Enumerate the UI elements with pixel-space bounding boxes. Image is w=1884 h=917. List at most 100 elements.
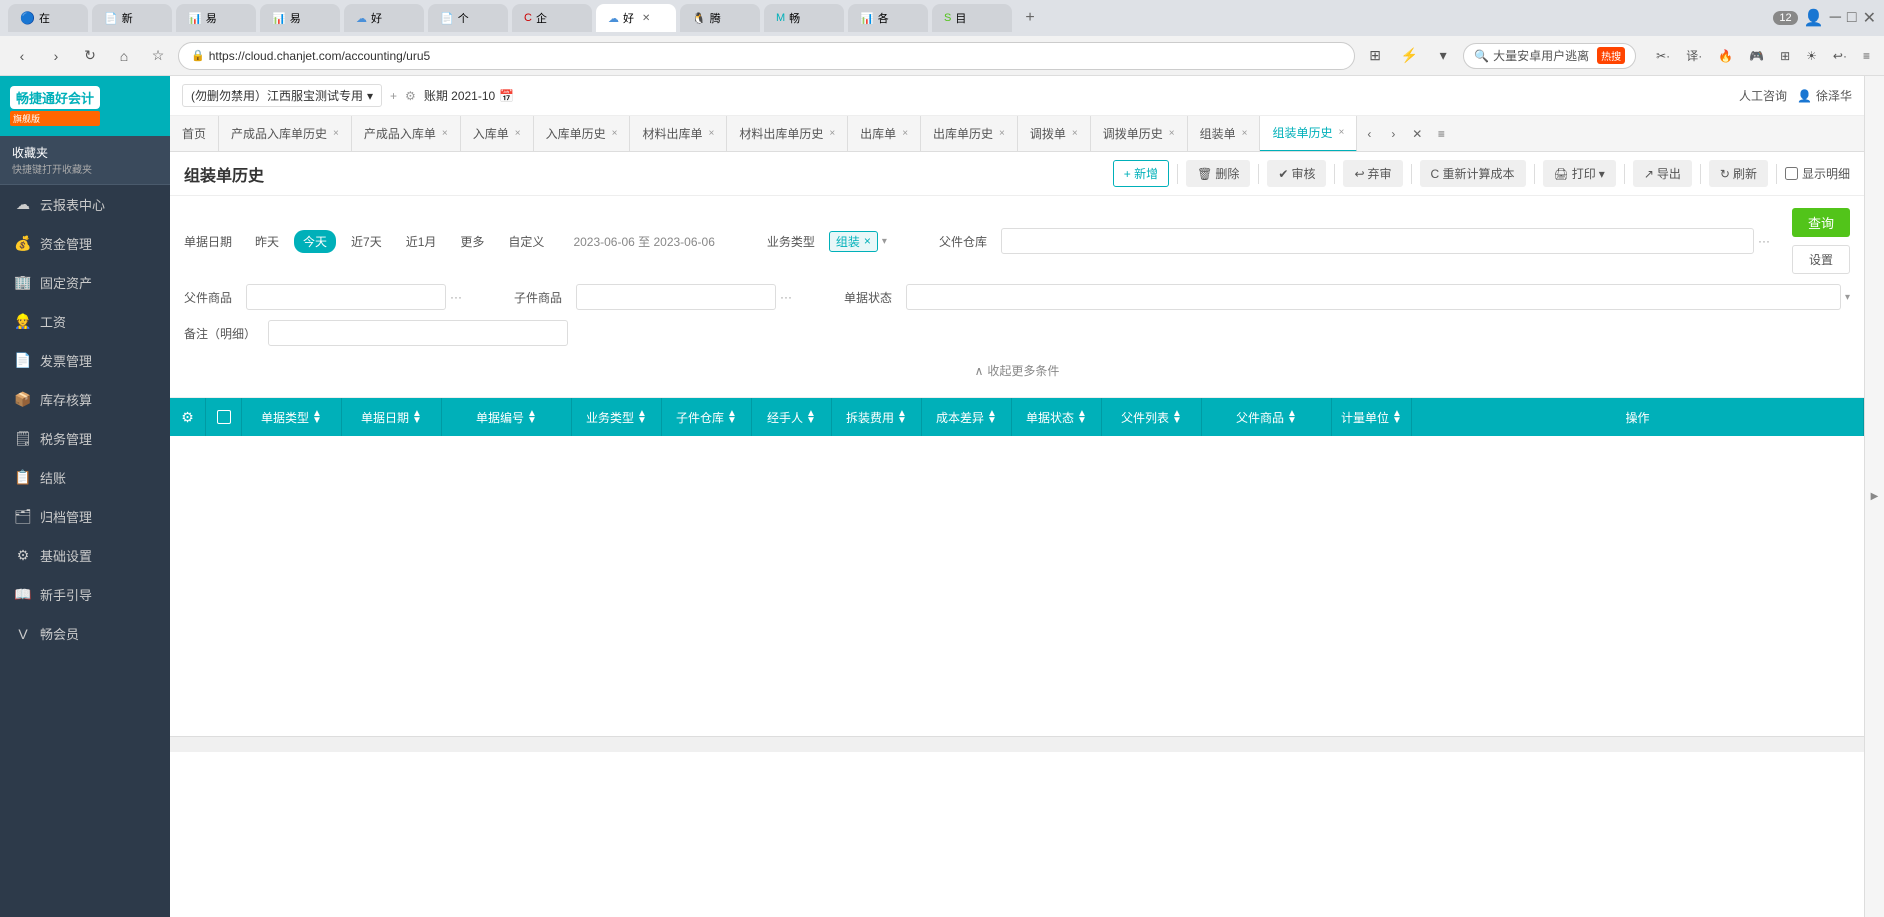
browser-tab-3[interactable]: 📊 易 bbox=[176, 4, 256, 32]
tabs-scroll-right[interactable]: › bbox=[1381, 116, 1405, 152]
browser-tab-7[interactable]: C 企 bbox=[512, 4, 592, 32]
bill-status-input[interactable] bbox=[906, 284, 1841, 310]
tabs-menu[interactable]: ≡ bbox=[1429, 116, 1453, 152]
sidebar-item-payroll[interactable]: 👷 工资 bbox=[0, 302, 170, 341]
right-panel-toggle[interactable]: ▶ bbox=[1864, 76, 1884, 917]
biz-type-selector[interactable]: 组装 × ▾ bbox=[829, 231, 887, 252]
sidebar-bookmark[interactable]: 收藏夹 快捷键打开收藏夹 bbox=[0, 136, 170, 185]
emoji-tool[interactable]: 🔥 bbox=[1712, 47, 1739, 65]
child-goods-input[interactable] bbox=[576, 284, 776, 310]
tab-close-icon[interactable]: × bbox=[442, 128, 448, 139]
th-parent-list[interactable]: 父件列表 ▲▼ bbox=[1102, 398, 1202, 436]
settings-button[interactable]: 设置 bbox=[1792, 245, 1850, 274]
tab-stock-out-history[interactable]: 出库单历史 × bbox=[921, 116, 1018, 152]
browser-tab-11[interactable]: 📊 各 bbox=[848, 4, 928, 32]
tab-close-icon[interactable]: × bbox=[333, 128, 339, 139]
browser-tab-8[interactable]: ☁ 好 ✕ bbox=[596, 4, 676, 32]
close-icon[interactable]: ✕ bbox=[1863, 8, 1876, 28]
support-link[interactable]: 人工咨询 bbox=[1739, 87, 1787, 104]
th-handler[interactable]: 经手人 ▲▼ bbox=[752, 398, 832, 436]
tab-stock-in[interactable]: 入库单 × bbox=[461, 116, 534, 152]
th-parent-goods[interactable]: 父件商品 ▲▼ bbox=[1202, 398, 1332, 436]
browser-tab-10[interactable]: M 畅 bbox=[764, 4, 844, 32]
profile-icon[interactable]: 👤 bbox=[1804, 8, 1824, 28]
date-btn-yesterday[interactable]: 昨天 bbox=[246, 230, 288, 253]
tab-material-out-history[interactable]: 材料出库单历史 × bbox=[727, 116, 848, 152]
date-btn-1month[interactable]: 近1月 bbox=[397, 230, 446, 253]
sort-parent-goods-icon[interactable]: ▲▼ bbox=[1287, 410, 1297, 424]
sidebar-item-cloud-reports[interactable]: ☁ 云报表中心 bbox=[0, 185, 170, 224]
tab-home[interactable]: 首页 bbox=[170, 116, 219, 152]
add-company-btn[interactable]: + bbox=[390, 89, 397, 103]
undo-tool[interactable]: ↩· bbox=[1827, 47, 1853, 65]
parent-warehouse-ellipsis[interactable]: ··· bbox=[1758, 234, 1770, 248]
tab-close-icon[interactable]: × bbox=[708, 128, 714, 139]
print-button[interactable]: 🖨 打印 ▾ bbox=[1543, 160, 1616, 187]
th-cost-diff[interactable]: 成本差异 ▲▼ bbox=[922, 398, 1012, 436]
audit-button[interactable]: ✔ 审核 bbox=[1267, 160, 1326, 187]
th-bill-type[interactable]: 单据类型 ▲▼ bbox=[242, 398, 342, 436]
sidebar-item-basic-settings[interactable]: ⚙ 基础设置 bbox=[0, 536, 170, 575]
tab-close-icon[interactable]: × bbox=[515, 128, 521, 139]
browser-tab-1[interactable]: 🔵 在 bbox=[8, 4, 88, 32]
menu-tool[interactable]: ≡ bbox=[1857, 47, 1876, 65]
add-button[interactable]: + 新增 bbox=[1113, 160, 1169, 187]
browser-tab-6[interactable]: 📄 个 bbox=[428, 4, 508, 32]
query-button[interactable]: 查询 bbox=[1792, 208, 1850, 237]
sidebar-item-vip[interactable]: V 畅会员 bbox=[0, 614, 170, 653]
sidebar-item-archive[interactable]: 🗂 归档管理 bbox=[0, 497, 170, 536]
th-unit[interactable]: 计量单位 ▲▼ bbox=[1332, 398, 1412, 436]
child-goods-ellipsis[interactable]: ··· bbox=[780, 290, 792, 304]
maximize-icon[interactable]: □ bbox=[1847, 9, 1857, 27]
tabs-close-all[interactable]: ✕ bbox=[1405, 116, 1429, 152]
collapse-filters-button[interactable]: ∧ 收起更多条件 bbox=[184, 356, 1850, 385]
tabs-scroll-left[interactable]: ‹ bbox=[1357, 116, 1381, 152]
sidebar-item-invoice[interactable]: 📄 发票管理 bbox=[0, 341, 170, 380]
sidebar-item-inventory[interactable]: 📦 库存核算 bbox=[0, 380, 170, 419]
tab-close-icon[interactable]: × bbox=[1072, 128, 1078, 139]
sidebar-item-tax[interactable]: 🗒 税务管理 bbox=[0, 419, 170, 458]
browser-search[interactable]: 🔍 大量安卓用户逃离 热搜 bbox=[1463, 43, 1636, 69]
th-child-warehouse[interactable]: 子件仓库 ▲▼ bbox=[662, 398, 752, 436]
tab-transfer[interactable]: 调拨单 × bbox=[1018, 116, 1091, 152]
translate-tool[interactable]: 译· bbox=[1680, 45, 1708, 66]
tab-material-out[interactable]: 材料出库单 × bbox=[630, 116, 727, 152]
table-settings-gear-icon[interactable]: ⚙ bbox=[181, 409, 194, 426]
sort-unit-icon[interactable]: ▲▼ bbox=[1392, 410, 1402, 424]
tab-close-icon[interactable]: × bbox=[1338, 127, 1344, 138]
browser-tab-12[interactable]: S 目 bbox=[932, 4, 1012, 32]
th-bill-no[interactable]: 单据编号 ▲▼ bbox=[442, 398, 572, 436]
company-selector[interactable]: (勿删勿禁用）江西服宝测试专用 ▾ bbox=[182, 84, 382, 107]
browser-tab-2[interactable]: 📄 新 bbox=[92, 4, 172, 32]
lightning-icon[interactable]: ⚡ bbox=[1395, 42, 1423, 70]
user-info[interactable]: 👤 徐泽华 bbox=[1797, 87, 1852, 104]
sort-biz-type-icon[interactable]: ▲▼ bbox=[637, 410, 647, 424]
sidebar-item-closing[interactable]: 📋 结账 bbox=[0, 458, 170, 497]
cut-tool[interactable]: ✂· bbox=[1650, 47, 1676, 65]
settings-gear-icon[interactable]: ⚙ bbox=[405, 89, 416, 103]
back-button[interactable]: ‹ bbox=[8, 42, 36, 70]
browser-tab-4[interactable]: 📊 易 bbox=[260, 4, 340, 32]
select-all-checkbox[interactable] bbox=[217, 410, 231, 424]
delete-button[interactable]: 🗑 删除 bbox=[1186, 160, 1250, 187]
qr-icon[interactable]: ⊞ bbox=[1361, 42, 1389, 70]
sort-bill-date-icon[interactable]: ▲▼ bbox=[412, 410, 422, 424]
dropdown-arrow-icon[interactable]: ▾ bbox=[1429, 42, 1457, 70]
horizontal-scrollbar[interactable] bbox=[170, 736, 1864, 752]
new-tab-button[interactable]: + bbox=[1016, 4, 1044, 32]
sidebar-item-fixed-assets[interactable]: 🏢 固定资产 bbox=[0, 263, 170, 302]
forward-button[interactable]: › bbox=[42, 42, 70, 70]
tab-stock-out[interactable]: 出库单 × bbox=[848, 116, 921, 152]
date-btn-custom[interactable]: 自定义 bbox=[499, 230, 553, 253]
parent-goods-input[interactable] bbox=[246, 284, 446, 310]
game-tool[interactable]: 🎮 bbox=[1743, 47, 1770, 65]
refresh-button[interactable]: ↻ bbox=[76, 42, 104, 70]
sort-bill-no-icon[interactable]: ▲▼ bbox=[527, 410, 537, 424]
th-bill-date[interactable]: 单据日期 ▲▼ bbox=[342, 398, 442, 436]
tab-close-icon[interactable]: × bbox=[1169, 128, 1175, 139]
parent-warehouse-input[interactable] bbox=[1001, 228, 1754, 254]
sort-parent-list-icon[interactable]: ▲▼ bbox=[1172, 410, 1182, 424]
tab-close-icon[interactable]: × bbox=[1242, 128, 1248, 139]
tab-close-icon[interactable]: × bbox=[829, 128, 835, 139]
sort-handler-icon[interactable]: ▲▼ bbox=[806, 410, 816, 424]
